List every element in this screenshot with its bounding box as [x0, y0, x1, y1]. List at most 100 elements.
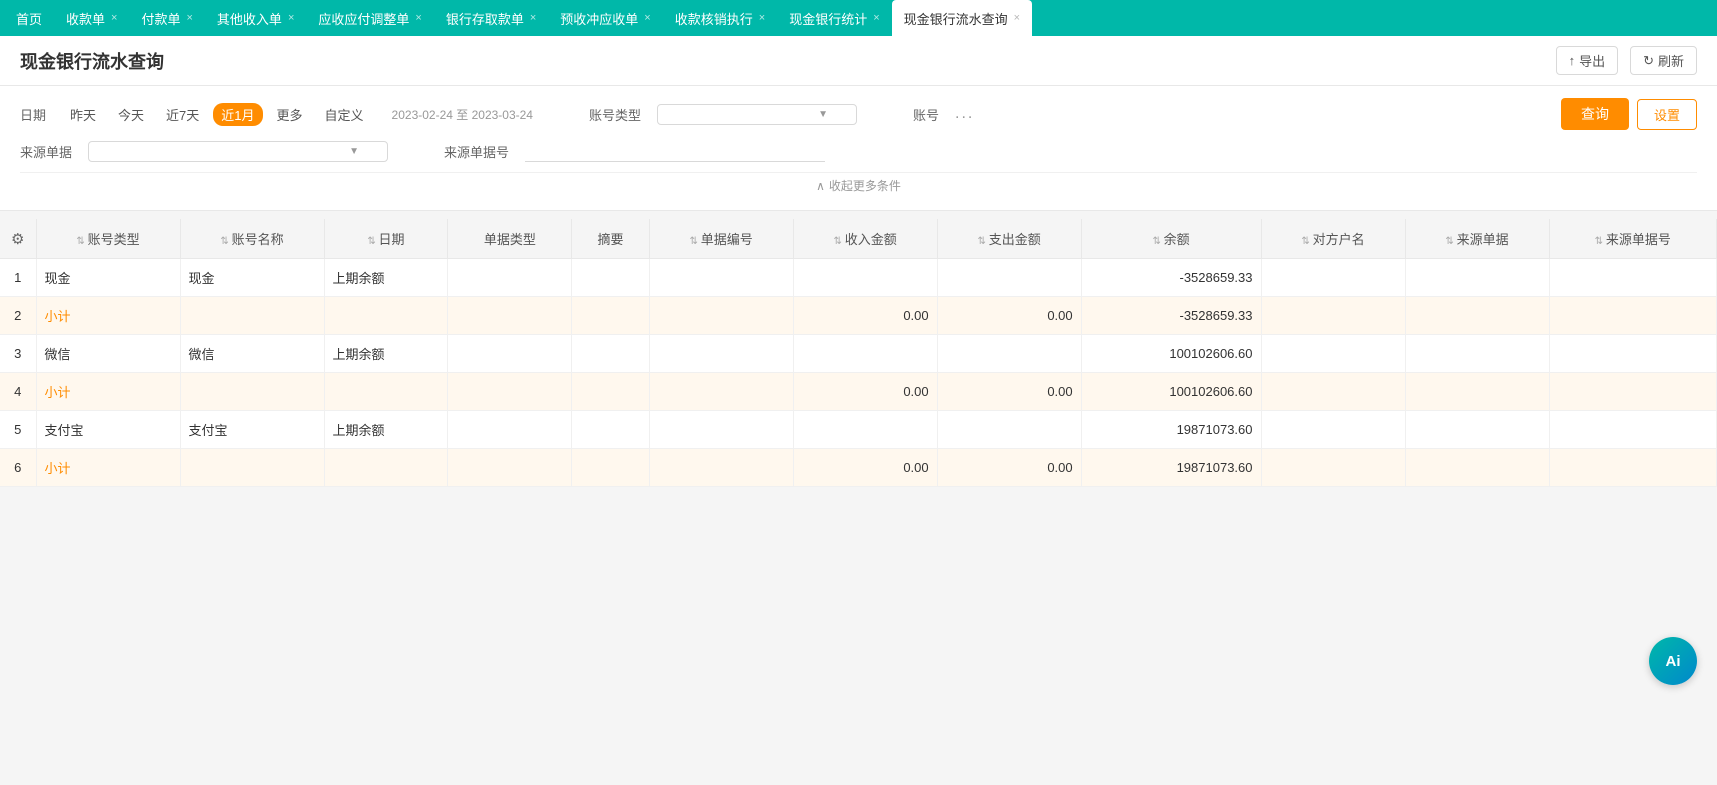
account-dots-button[interactable]: ... [955, 105, 974, 123]
nav-close-cash-bank-flow[interactable]: × [1014, 12, 1020, 24]
nav-item-payment[interactable]: 付款单× [129, 0, 204, 36]
sort-icon-account-type: ⇅ [76, 236, 87, 247]
cell-11 [1405, 335, 1549, 373]
query-settings-group: 查询 设置 [1561, 98, 1697, 130]
export-button[interactable]: ↑ 导出 [1556, 46, 1619, 75]
col-header-balance[interactable]: ⇅ 余额 [1081, 219, 1261, 259]
cell-4 [448, 259, 572, 297]
col-header-date[interactable]: ⇅ 日期 [324, 219, 448, 259]
cell-9: 100102606.60 [1081, 373, 1261, 411]
date-shortcut-more[interactable]: 更多 [269, 103, 311, 126]
cell-7 [793, 259, 937, 297]
date-shortcut-yesterday[interactable]: 昨天 [62, 103, 104, 126]
col-header-source-doc-no[interactable]: ⇅ 来源单据号 [1549, 219, 1717, 259]
cell-12 [1549, 259, 1717, 297]
nav-item-cash-bank-stat[interactable]: 现金银行统计× [777, 0, 891, 36]
cell-12 [1549, 335, 1717, 373]
cell-7: 0.00 [793, 373, 937, 411]
table-row: 2小计0.000.00-3528659.33 [0, 297, 1717, 335]
nav-item-home[interactable]: 首页 [4, 0, 54, 36]
table-row: 3微信微信上期余额100102606.60 [0, 335, 1717, 373]
settings-gear-icon[interactable]: ⚙ [11, 231, 24, 248]
nav-item-bank-deposit[interactable]: 银行存取款单× [434, 0, 548, 36]
cell-3 [324, 449, 448, 487]
source-doc-no-input[interactable] [525, 140, 825, 162]
cell-10 [1261, 411, 1405, 449]
cell-4 [448, 411, 572, 449]
nav-item-receipt-verify[interactable]: 收款核销执行× [663, 0, 777, 36]
page-header: 现金银行流水查询 ↑ 导出 ↻ 刷新 [0, 36, 1717, 86]
filter-row-1: 日期 昨天今天近7天近1月更多自定义 2023-02-24 至 2023-03-… [20, 98, 1697, 130]
cell-4 [448, 449, 572, 487]
date-shortcut-today[interactable]: 今天 [110, 103, 152, 126]
nav-close-receipt-verify[interactable]: × [759, 12, 765, 24]
sort-icon-counterparty: ⇅ [1301, 236, 1312, 247]
cell-5 [572, 411, 649, 449]
cell-0: 6 [0, 449, 36, 487]
nav-item-prepay-offset[interactable]: 预收冲应收单× [548, 0, 662, 36]
chevron-down-icon-2: ▼ [349, 146, 359, 157]
nav-item-cash-bank-flow[interactable]: 现金银行流水查询× [892, 0, 1032, 36]
cell-5 [572, 297, 649, 335]
cell-5 [572, 449, 649, 487]
cell-3 [324, 297, 448, 335]
sort-icon-doc-no: ⇅ [690, 236, 701, 247]
account-type-select[interactable]: ▼ [657, 104, 857, 125]
col-header-account-name[interactable]: ⇅ 账号名称 [180, 219, 324, 259]
cell-8: 0.00 [937, 373, 1081, 411]
nav-item-receipt[interactable]: 收款单× [54, 0, 129, 36]
nav-close-receipt[interactable]: × [111, 12, 117, 24]
cell-4 [448, 297, 572, 335]
sort-icon-source-doc-no: ⇅ [1595, 236, 1606, 247]
filter-row-2: 来源单据 ▼ 来源单据号 [20, 140, 1697, 162]
nav-item-other-income[interactable]: 其他收入单× [205, 0, 306, 36]
col-header-counterparty[interactable]: ⇅ 对方户名 [1261, 219, 1405, 259]
flow-table: ⚙⇅ 账号类型⇅ 账号名称⇅ 日期单据类型摘要⇅ 单据编号⇅ 收入金额⇅ 支出金… [0, 219, 1717, 487]
cell-8 [937, 411, 1081, 449]
col-header-expense[interactable]: ⇅ 支出金额 [937, 219, 1081, 259]
table-body: 1现金现金上期余额-3528659.332小计0.000.00-3528659.… [0, 259, 1717, 487]
table-row: 4小计0.000.00100102606.60 [0, 373, 1717, 411]
cell-9: 19871073.60 [1081, 411, 1261, 449]
refresh-button[interactable]: ↻ 刷新 [1630, 46, 1697, 75]
sort-icon-balance: ⇅ [1152, 236, 1163, 247]
cell-9: -3528659.33 [1081, 297, 1261, 335]
cell-11 [1405, 449, 1549, 487]
cell-8: 0.00 [937, 449, 1081, 487]
ai-assistant-button[interactable]: Ai [1649, 637, 1697, 685]
cell-12 [1549, 449, 1717, 487]
source-doc-no-label: 来源单据号 [444, 142, 509, 161]
source-doc-label: 来源单据 [20, 142, 72, 161]
source-doc-select[interactable]: ▼ [88, 141, 388, 162]
date-shortcut-7days[interactable]: 近7天 [158, 103, 207, 126]
col-header-doc-no[interactable]: ⇅ 单据编号 [649, 219, 793, 259]
cell-7 [793, 411, 937, 449]
page-title: 现金银行流水查询 [20, 48, 164, 74]
col-header-account-type[interactable]: ⇅ 账号类型 [36, 219, 180, 259]
nav-item-ar-adjust[interactable]: 应收应付调整单× [306, 0, 433, 36]
date-shortcut-1month[interactable]: 近1月 [213, 103, 262, 126]
cell-9: -3528659.33 [1081, 259, 1261, 297]
settings-button[interactable]: 设置 [1637, 99, 1697, 130]
nav-close-cash-bank-stat[interactable]: × [873, 12, 879, 24]
cell-6 [649, 411, 793, 449]
nav-close-payment[interactable]: × [186, 12, 192, 24]
cell-0: 3 [0, 335, 36, 373]
nav-close-other-income[interactable]: × [288, 12, 294, 24]
sort-icon-account-name: ⇅ [220, 236, 231, 247]
cell-11 [1405, 411, 1549, 449]
cell-11 [1405, 297, 1549, 335]
nav-close-bank-deposit[interactable]: × [530, 12, 536, 24]
cell-0: 2 [0, 297, 36, 335]
cell-10 [1261, 449, 1405, 487]
date-shortcuts: 昨天今天近7天近1月更多自定义 [62, 103, 372, 126]
col-header-source-doc[interactable]: ⇅ 来源单据 [1405, 219, 1549, 259]
col-header-income[interactable]: ⇅ 收入金额 [793, 219, 937, 259]
date-shortcut-custom[interactable]: 自定义 [317, 103, 372, 126]
collapse-bar[interactable]: ∧ 收起更多条件 [20, 172, 1697, 198]
query-button[interactable]: 查询 [1561, 98, 1629, 130]
nav-close-ar-adjust[interactable]: × [415, 12, 421, 24]
cell-1: 小计 [36, 449, 180, 487]
cell-6 [649, 335, 793, 373]
nav-close-prepay-offset[interactable]: × [644, 12, 650, 24]
